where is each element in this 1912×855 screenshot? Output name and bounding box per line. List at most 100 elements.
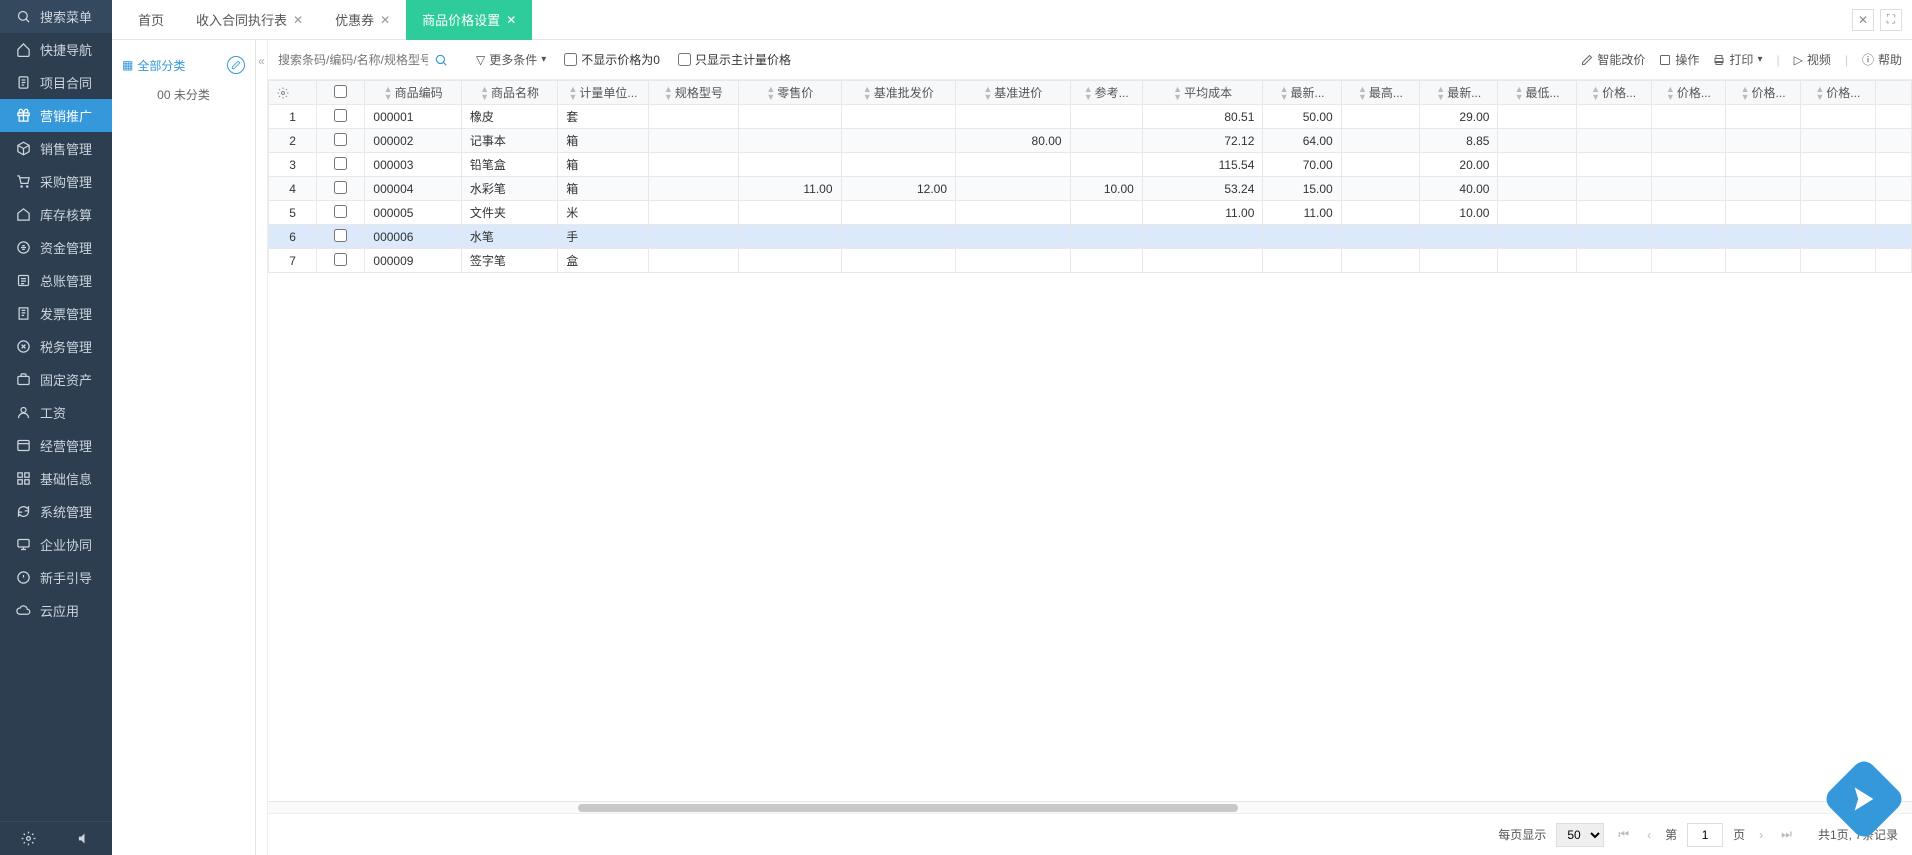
cell[interactable] <box>1726 105 1801 129</box>
cell[interactable] <box>1070 249 1142 273</box>
cell[interactable]: 箱 <box>558 177 648 201</box>
table-row[interactable]: 3000003铅笔盒箱115.5470.0020.00 <box>269 153 1912 177</box>
scrollbar-thumb[interactable] <box>578 804 1238 812</box>
tab-fullscreen-button[interactable]: ⛶ <box>1880 9 1902 31</box>
cell[interactable] <box>1341 105 1419 129</box>
row-checkbox[interactable] <box>334 253 347 266</box>
all-category-link[interactable]: ▦ 全部分类 <box>122 57 185 74</box>
cell[interactable]: 11.00 <box>739 177 841 201</box>
sidebar-item-15[interactable]: 系统管理 <box>0 495 112 528</box>
cell[interactable]: 箱 <box>558 153 648 177</box>
cell[interactable] <box>648 129 738 153</box>
cell[interactable] <box>841 225 956 249</box>
col-header-1[interactable] <box>317 81 365 105</box>
cell[interactable] <box>1498 249 1576 273</box>
cell[interactable]: 70.00 <box>1263 153 1341 177</box>
operation-button[interactable]: 操作 <box>1659 51 1699 68</box>
col-header-13[interactable]: ▲▼最新... <box>1420 81 1498 105</box>
cell[interactable]: 000002 <box>365 129 461 153</box>
cell[interactable] <box>1875 177 1911 201</box>
sidebar-item-10[interactable]: 税务管理 <box>0 330 112 363</box>
cell[interactable] <box>1070 225 1142 249</box>
table-row[interactable]: 7000009签字笔盒 <box>269 249 1912 273</box>
hide-zero-price-checkbox[interactable]: 不显示价格为0 <box>564 51 660 68</box>
sidebar-item-7[interactable]: 资金管理 <box>0 231 112 264</box>
cell[interactable]: 文件夹 <box>461 201 557 225</box>
next-page-button[interactable]: › <box>1755 828 1767 842</box>
cell[interactable] <box>317 225 365 249</box>
cell[interactable]: 000004 <box>365 177 461 201</box>
tab-1[interactable]: 收入合同执行表✕ <box>180 0 319 40</box>
cell[interactable]: 29.00 <box>1420 105 1498 129</box>
cell[interactable] <box>1142 249 1263 273</box>
sidebar-item-5[interactable]: 采购管理 <box>0 165 112 198</box>
cell[interactable] <box>1726 225 1801 249</box>
gear-icon[interactable] <box>277 87 308 99</box>
cell[interactable] <box>956 177 1071 201</box>
cell[interactable]: 水笔 <box>461 225 557 249</box>
cell[interactable] <box>1651 201 1726 225</box>
cell[interactable]: 11.00 <box>1263 201 1341 225</box>
cell[interactable] <box>1651 249 1726 273</box>
sidebar-item-17[interactable]: 新手引导 <box>0 561 112 594</box>
table-row[interactable]: 4000004水彩笔箱11.0012.0010.0053.2415.0040.0… <box>269 177 1912 201</box>
cell[interactable] <box>1576 249 1651 273</box>
table-row[interactable]: 5000005文件夹米11.0011.0010.00 <box>269 201 1912 225</box>
row-checkbox[interactable] <box>334 181 347 194</box>
cell[interactable] <box>956 225 1071 249</box>
cell[interactable]: 橡皮 <box>461 105 557 129</box>
row-checkbox[interactable] <box>334 157 347 170</box>
cell[interactable] <box>1800 225 1875 249</box>
cell[interactable] <box>1498 153 1576 177</box>
cell[interactable] <box>1498 177 1576 201</box>
cell[interactable] <box>317 201 365 225</box>
cell[interactable]: 12.00 <box>841 177 956 201</box>
cell[interactable] <box>648 177 738 201</box>
search-icon[interactable] <box>434 53 448 67</box>
cell[interactable]: 11.00 <box>1142 201 1263 225</box>
sidebar-item-14[interactable]: 基础信息 <box>0 462 112 495</box>
cell[interactable] <box>1341 153 1419 177</box>
cell[interactable] <box>1576 129 1651 153</box>
cell[interactable] <box>1651 129 1726 153</box>
cell[interactable] <box>956 249 1071 273</box>
sidebar-item-8[interactable]: 总账管理 <box>0 264 112 297</box>
cell[interactable] <box>1498 105 1576 129</box>
cell[interactable]: 000009 <box>365 249 461 273</box>
table-row[interactable]: 2000002记事本箱80.0072.1264.008.85 <box>269 129 1912 153</box>
hide-zero-price-input[interactable] <box>564 53 577 66</box>
sidebar-item-3[interactable]: 营销推广 <box>0 99 112 132</box>
cell[interactable]: 000005 <box>365 201 461 225</box>
cell[interactable] <box>648 105 738 129</box>
cell[interactable] <box>841 129 956 153</box>
cell[interactable]: 115.54 <box>1142 153 1263 177</box>
sidebar-item-0[interactable]: 搜索菜单 <box>0 0 112 33</box>
cell[interactable] <box>648 201 738 225</box>
only-main-unit-checkbox[interactable]: 只显示主计量价格 <box>678 51 791 68</box>
cell[interactable] <box>317 153 365 177</box>
cell[interactable]: 箱 <box>558 129 648 153</box>
col-header-4[interactable]: ▲▼计量单位... <box>558 81 648 105</box>
edit-category-icon[interactable] <box>227 56 245 74</box>
sound-button[interactable] <box>56 822 112 855</box>
cell[interactable]: 水彩笔 <box>461 177 557 201</box>
sidebar-item-11[interactable]: 固定资产 <box>0 363 112 396</box>
col-header-2[interactable]: ▲▼商品编码 <box>365 81 461 105</box>
cell[interactable]: 套 <box>558 105 648 129</box>
cell[interactable]: 盒 <box>558 249 648 273</box>
cell[interactable]: 3 <box>269 153 317 177</box>
cell[interactable] <box>739 249 841 273</box>
prev-page-button[interactable]: ‹ <box>1643 828 1655 842</box>
sidebar-item-13[interactable]: 经营管理 <box>0 429 112 462</box>
cell[interactable]: 72.12 <box>1142 129 1263 153</box>
cell[interactable] <box>1498 225 1576 249</box>
first-page-button[interactable]: ⏮ <box>1614 827 1633 842</box>
col-header-6[interactable]: ▲▼零售价 <box>739 81 841 105</box>
cell[interactable] <box>1800 105 1875 129</box>
cell[interactable] <box>739 201 841 225</box>
cell[interactable] <box>648 153 738 177</box>
cell[interactable] <box>1576 177 1651 201</box>
cell[interactable] <box>1875 225 1911 249</box>
col-header-15[interactable]: ▲▼价格... <box>1576 81 1651 105</box>
cell[interactable] <box>1726 177 1801 201</box>
